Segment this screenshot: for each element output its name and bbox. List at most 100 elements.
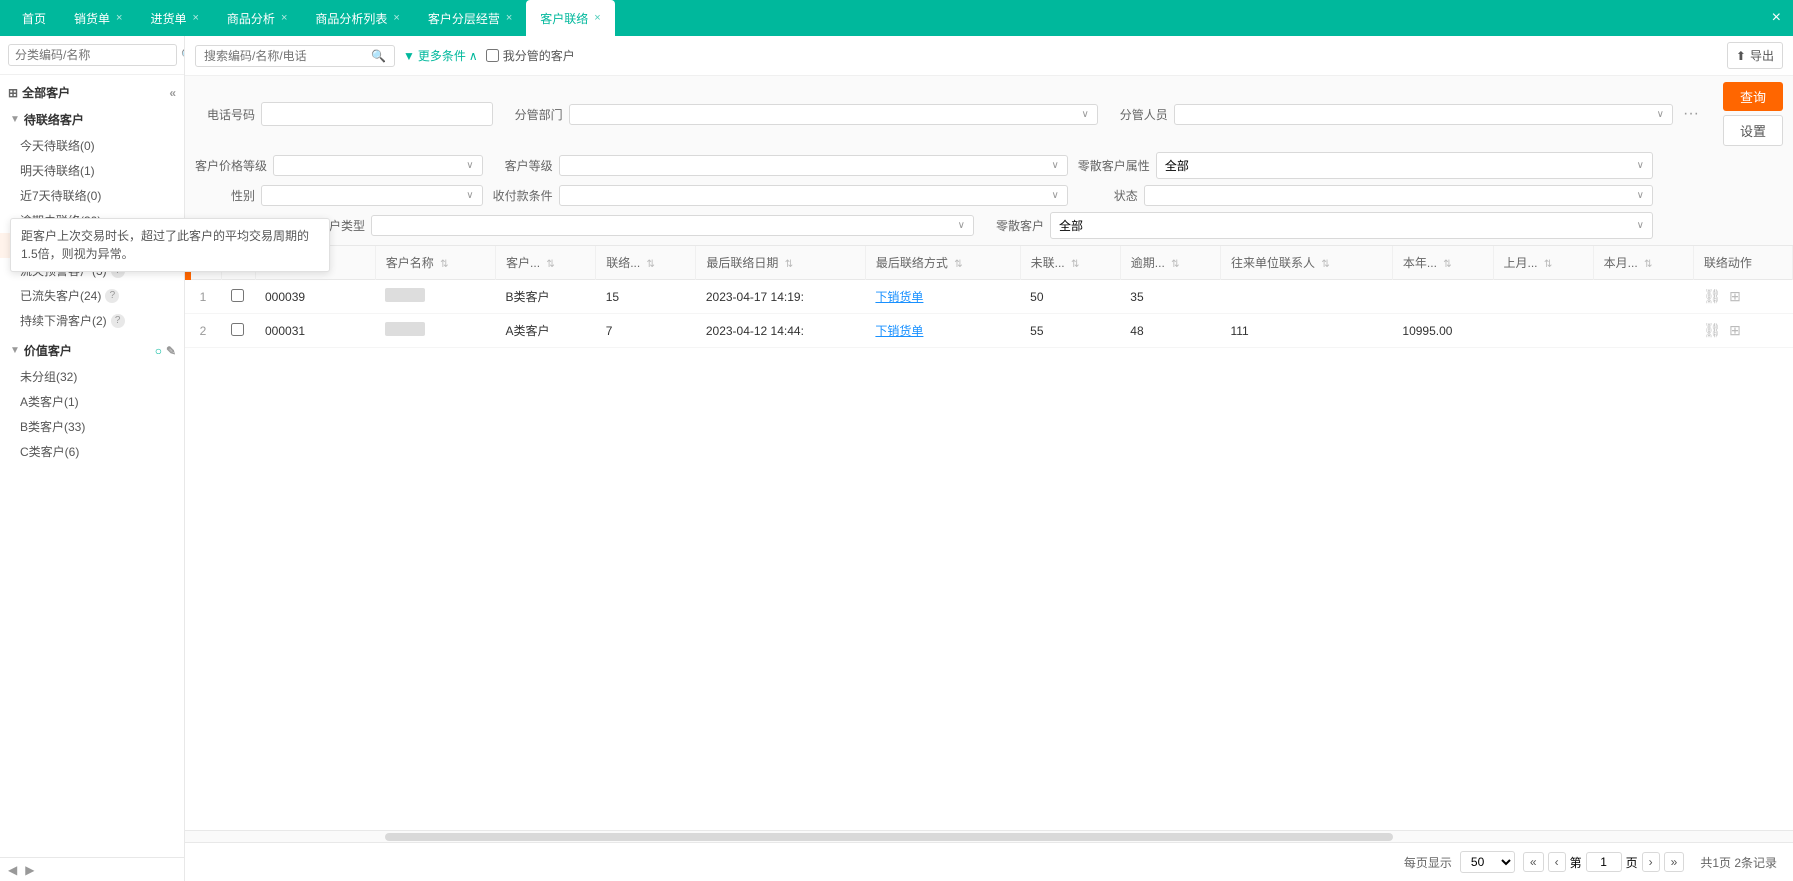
retail-attr-select[interactable]: 全部∨ [1156,152,1653,179]
status-select[interactable]: ∨ [1144,185,1653,206]
info-icon[interactable]: ? [105,289,119,303]
annual [1392,280,1493,314]
first-page-button[interactable]: « [1523,852,1544,872]
phone-input[interactable] [261,102,493,126]
nav-product-analysis[interactable]: 商品分析 × [213,0,301,36]
close-icon[interactable]: × [116,12,122,24]
status-label: 状态 [1078,187,1138,204]
sidebar-search-input[interactable] [8,44,177,66]
add-icon[interactable]: ✎ [166,344,176,358]
chevron-down-icon: ∨ [1637,220,1644,231]
last-contact-method[interactable]: 下销货单 [865,280,1020,314]
all-customers-header[interactable]: ⊞ 全部客户 « [0,79,184,106]
sidebar-item-ungroup[interactable]: 未分组(32) [0,364,184,389]
row-select-checkbox[interactable] [231,323,244,336]
sidebar-item-7days[interactable]: 近7天待联络(0) [0,183,184,208]
horizontal-scrollbar[interactable] [185,830,1793,842]
th-name-label: 客户名称 [386,256,434,270]
page-number-input[interactable] [1586,852,1622,872]
per-page-select[interactable]: 50 20 100 [1460,851,1515,873]
sort-icon[interactable]: ⇅ [1071,259,1079,270]
content-area: 🔍 ▼ 更多条件 ∧ 我分管的客户 ⬆ 导出 电话号码 [185,36,1793,881]
main-layout: 🔍 ⊞ 全部客户 « ▼ 待联络客户 今天待联络(0) 明天待联络(1) [0,36,1793,881]
sort-icon[interactable]: ⇅ [546,259,554,270]
th-company-contact: 往来单位联系人 ⇅ [1220,246,1392,280]
main-search-input[interactable] [204,49,367,63]
close-icon[interactable]: × [281,12,287,24]
last-contact-method[interactable]: 下销货单 [865,314,1020,348]
manager-select[interactable]: ∨ [1174,104,1673,125]
link-action-icon[interactable]: ⛓ [1703,322,1721,339]
left-arrow-icon[interactable]: ◀ [8,863,17,877]
sort-icon[interactable]: ⇅ [1443,259,1451,270]
nav-home[interactable]: 首页 [8,0,60,36]
waiting-section[interactable]: ▼ 待联络客户 [0,106,184,133]
my-customers-check[interactable] [486,49,499,62]
sort-icon[interactable]: ⇅ [785,259,793,270]
annual: 10995.00 [1392,314,1493,348]
customer-level-select[interactable]: ∨ [559,155,1068,176]
customer-type-select[interactable]: ∨ [371,215,974,236]
nav-customer-layering[interactable]: 客户分层经营 × [414,0,526,36]
row-num: 2 [185,314,221,348]
close-icon[interactable]: × [506,12,512,24]
edit-icon[interactable]: ○ [155,344,162,358]
export-button[interactable]: ⬆ 导出 [1727,42,1783,69]
nav-product-list[interactable]: 商品分析列表 × [301,0,413,36]
last-page-button[interactable]: » [1664,852,1685,872]
next-page-button[interactable]: › [1642,852,1660,872]
sidebar-item-declining[interactable]: 持续下滑客户(2) ? [0,308,184,333]
dots-button[interactable]: ··· [1679,105,1703,123]
customer-code: 000039 [255,280,375,314]
window-close-button[interactable]: × [1772,9,1781,27]
search-icon[interactable]: 🔍 [371,49,386,63]
data-table: ⚙ 客户编码 ⇅ 客户名称 ⇅ 客户... ⇅ [185,246,1793,348]
more-conditions-btn[interactable]: ▼ 更多条件 ∧ [403,47,478,64]
value-section[interactable]: ▼ 价值客户 ○ ✎ [0,337,184,364]
scroll-thumb[interactable] [385,833,1393,841]
info-icon[interactable]: ? [111,314,125,328]
sort-icon[interactable]: ⇅ [1544,259,1552,270]
sidebar-item-b-class[interactable]: B类客户(33) [0,414,184,439]
close-icon[interactable]: × [393,12,399,24]
sidebar-item-c-class[interactable]: C类客户(6) [0,439,184,464]
price-level-select[interactable]: ∨ [273,155,483,176]
prev-page-button[interactable]: ‹ [1548,852,1566,872]
right-arrow-icon[interactable]: ▶ [25,863,34,877]
sort-icon[interactable]: ⇅ [647,259,655,270]
sort-icon[interactable]: ⇅ [440,259,448,270]
query-button[interactable]: 查询 [1723,82,1783,111]
company-contact: 111 [1220,314,1392,348]
nav-purchase[interactable]: 进货单 × [136,0,212,36]
sort-icon[interactable]: ⇅ [954,259,962,270]
row-checkbox[interactable] [221,280,255,314]
sort-icon[interactable]: ⇅ [1644,259,1652,270]
close-icon[interactable]: × [594,12,600,24]
nav-customer-contact[interactable]: 客户联络 × [526,0,614,36]
gender-select[interactable]: ∨ [261,185,483,206]
collapse-icon[interactable]: « [169,86,176,100]
chevron-icon: ∧ [469,49,478,63]
close-icon[interactable]: × [192,12,198,24]
sidebar-item-lost[interactable]: 已流失客户(24) ? [0,283,184,308]
payment-select[interactable]: ∨ [559,185,1068,206]
sidebar-item-today[interactable]: 今天待联络(0) [0,133,184,158]
nav-sales[interactable]: 销货单 × [60,0,136,36]
th-this-month-label: 本月... [1604,256,1638,270]
grid-action-icon[interactable]: ⊞ [1729,322,1741,339]
row-select-checkbox[interactable] [231,289,244,302]
dept-select[interactable]: ∨ [569,104,1098,125]
row-checkbox[interactable] [221,314,255,348]
sort-icon[interactable]: ⇅ [1171,259,1179,270]
retail-customer-select[interactable]: 全部∨ [1050,212,1653,239]
link-action-icon[interactable]: ⛓ [1703,288,1721,305]
sort-icon[interactable]: ⇅ [1321,259,1329,270]
sidebar-item-tomorrow[interactable]: 明天待联络(1) [0,158,184,183]
sidebar-bottom: ◀ ▶ [0,857,184,881]
my-customers-checkbox[interactable]: 我分管的客户 [486,47,575,64]
sidebar-item-a-class[interactable]: A类客户(1) [0,389,184,414]
settings-button[interactable]: 设置 [1723,115,1783,146]
grid-action-icon[interactable]: ⊞ [1729,288,1741,305]
manager-field: 分管人员 ∨ ··· [1108,104,1703,125]
payment-field: 收付款条件 ∨ [493,185,1068,206]
